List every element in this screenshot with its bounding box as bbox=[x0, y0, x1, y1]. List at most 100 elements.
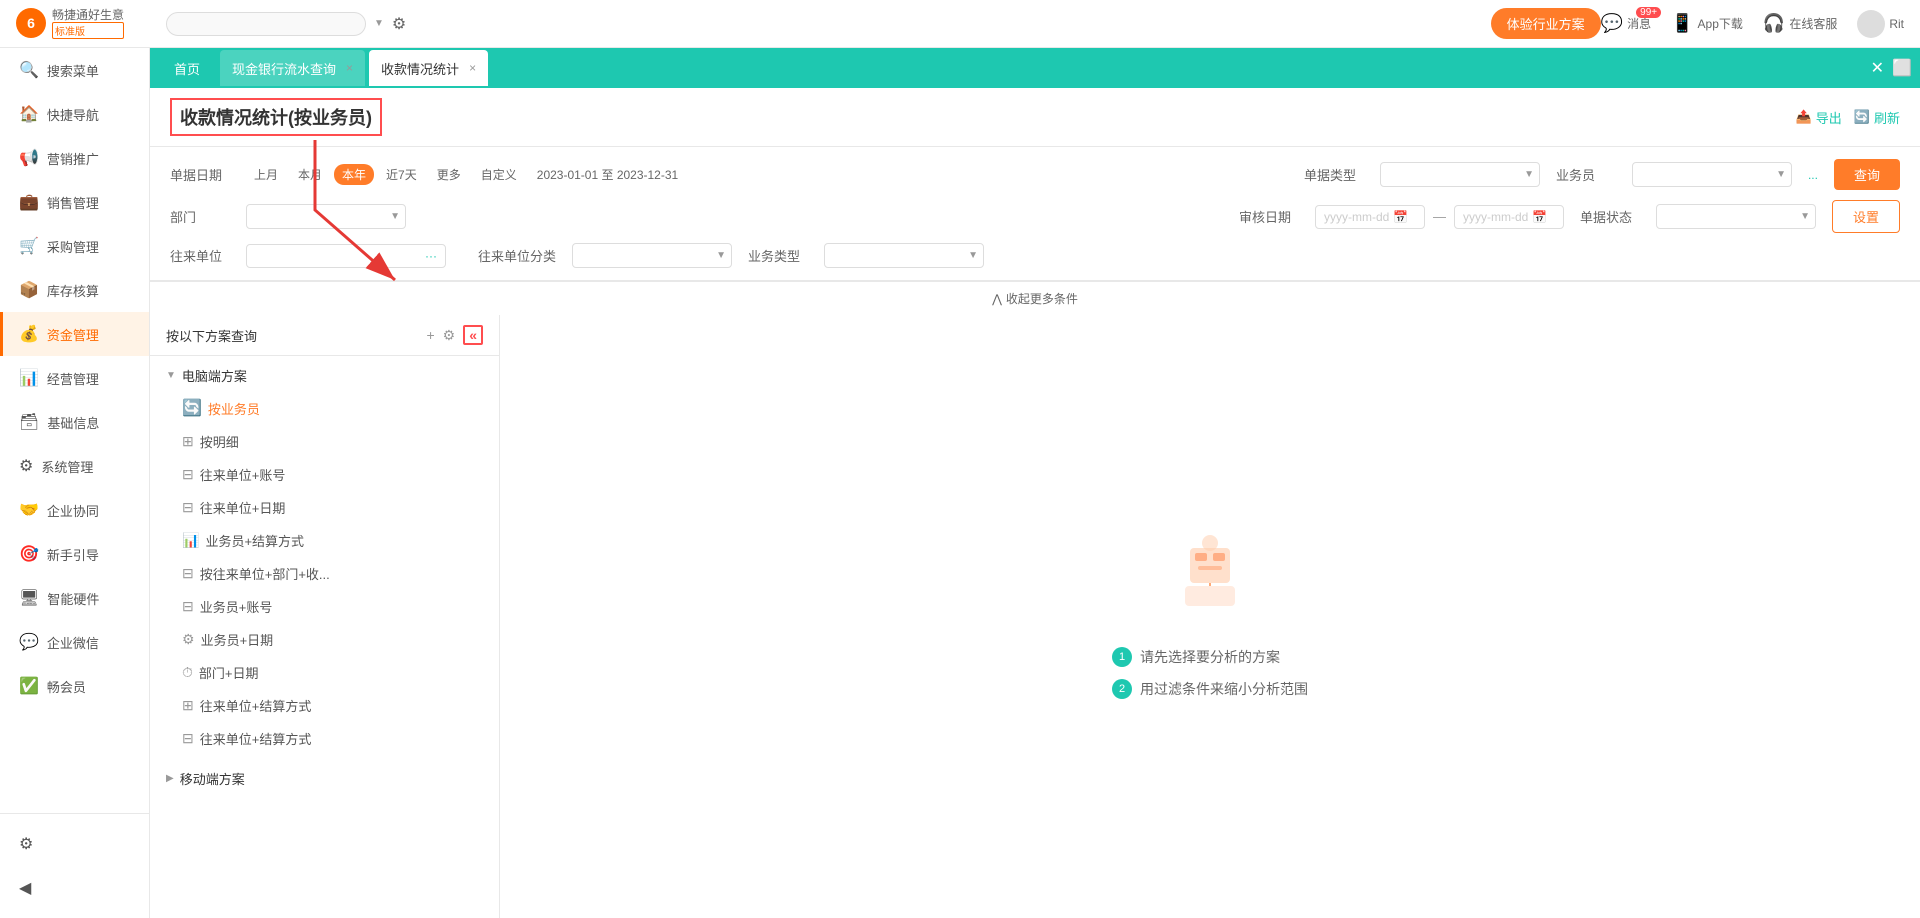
page-header: 收款情况统计(按业务员) 📤 导出 🔄 刷新 bbox=[150, 88, 1920, 147]
scheme-group-arrow-icon: ▼ bbox=[166, 370, 176, 381]
date-tab-7days[interactable]: 近7天 bbox=[378, 164, 425, 185]
scheme-item-partner-date-icon: ⊟ bbox=[182, 499, 194, 516]
scheme-add-btn[interactable]: + bbox=[426, 325, 434, 345]
scheme-item-salesman-account[interactable]: ⊟ 业务员+账号 bbox=[150, 590, 499, 623]
sidebar-item-search[interactable]: 🔍 搜索菜单 bbox=[0, 48, 149, 92]
doc-type-select[interactable] bbox=[1380, 162, 1540, 187]
salesman-more-btn[interactable]: ... bbox=[1808, 168, 1818, 182]
scheme-header-title: 按以下方案查询 bbox=[166, 326, 257, 345]
online-service-item[interactable]: 🎧 在线客服 bbox=[1763, 13, 1837, 34]
page-title: 收款情况统计(按业务员) bbox=[170, 98, 382, 136]
scheme-collapse-btn[interactable]: « bbox=[463, 325, 483, 345]
user-name: Rit bbox=[1889, 17, 1904, 31]
tab-receivable-close[interactable]: × bbox=[469, 61, 476, 75]
doc-type-select-wrap: ▼ bbox=[1380, 162, 1540, 187]
logo-badge: 标准版 bbox=[52, 22, 124, 39]
refresh-btn[interactable]: 🔄 刷新 bbox=[1854, 108, 1900, 127]
tab-home[interactable]: 首页 bbox=[158, 48, 216, 88]
set-btn[interactable]: 设置 bbox=[1832, 200, 1900, 233]
query-btn[interactable]: 查询 bbox=[1834, 159, 1900, 190]
tab-bank-flow-close[interactable]: × bbox=[346, 61, 353, 75]
scheme-group-desktop-label: 电脑端方案 bbox=[182, 366, 247, 385]
basic-icon: 🗃 bbox=[19, 412, 39, 432]
sidebar-item-guide[interactable]: 🎯 新手引导 bbox=[0, 532, 149, 576]
scheme-item-partner-settle-2[interactable]: ⊟ 往来单位+结算方式 bbox=[150, 722, 499, 755]
scheme-group-mobile-label: 移动端方案 bbox=[180, 769, 245, 788]
scheme-item-partner-settle-1[interactable]: ⊞ 往来单位+结算方式 bbox=[150, 689, 499, 722]
biz-type-select[interactable] bbox=[824, 243, 984, 268]
doc-status-select[interactable] bbox=[1656, 204, 1816, 229]
sidebar-item-marketing[interactable]: 📢 营销推广 bbox=[0, 136, 149, 180]
scheme-item-salesman-settle[interactable]: 📊 业务员+结算方式 bbox=[150, 524, 499, 557]
sidebar-item-member[interactable]: ✅ 畅会员 bbox=[0, 664, 149, 708]
sidebar-item-management[interactable]: 📊 经营管理 bbox=[0, 356, 149, 400]
tab-close-window-icon[interactable]: ✕ bbox=[1871, 58, 1884, 78]
sidebar-item-system[interactable]: ⚙ 系统管理 bbox=[0, 444, 149, 488]
search-box[interactable] bbox=[166, 12, 366, 36]
tab-bank-flow[interactable]: 现金银行流水查询 × bbox=[220, 50, 365, 86]
top-header: 6 畅捷通好生意 标准版 ▼ ⚙ 体验行业方案 💬 消息 99+ 📱 App下载… bbox=[0, 0, 1920, 48]
dept-select[interactable] bbox=[246, 204, 406, 229]
date-tab-custom[interactable]: 自定义 bbox=[473, 164, 525, 185]
sidebar-item-basic[interactable]: 🗃 基础信息 bbox=[0, 400, 149, 444]
partner-category-label: 往来单位分类 bbox=[478, 246, 556, 265]
scheme-item-partner-dept-icon: ⊟ bbox=[182, 565, 194, 582]
sidebar-item-inventory[interactable]: 📦 库存核算 bbox=[0, 268, 149, 312]
scheme-item-by-salesman[interactable]: 🔄 按业务员 bbox=[150, 391, 499, 425]
sidebar-collapse[interactable]: ◀ bbox=[0, 866, 149, 910]
user-avatar-item[interactable]: Rit bbox=[1857, 10, 1904, 38]
salesman-select[interactable] bbox=[1632, 162, 1792, 187]
partner-input[interactable]: ··· bbox=[246, 244, 446, 268]
scheme-gear-btn[interactable]: ⚙ bbox=[443, 325, 456, 345]
export-btn[interactable]: 📤 导出 bbox=[1796, 108, 1842, 127]
partner-category-select[interactable] bbox=[572, 243, 732, 268]
dropdown-arrow-icon[interactable]: ▼ bbox=[374, 18, 384, 29]
sidebar-label-marketing: 营销推广 bbox=[47, 149, 99, 168]
scheme-item-partner-account[interactable]: ⊟ 往来单位+账号 bbox=[150, 458, 499, 491]
sidebar-item-nav[interactable]: 🏠 快捷导航 bbox=[0, 92, 149, 136]
review-date-from[interactable]: yyyy-mm-dd 📅 bbox=[1315, 205, 1425, 229]
date-tab-this-month[interactable]: 本月 bbox=[290, 164, 330, 185]
date-tab-this-year[interactable]: 本年 bbox=[334, 164, 374, 185]
scheme-item-dept-date[interactable]: ⏱ 部门+日期 bbox=[150, 656, 499, 689]
tab-bar-right: ✕ ⬜ bbox=[1871, 58, 1912, 78]
finance-icon: 💰 bbox=[19, 324, 39, 344]
app-download-item[interactable]: 📱 App下载 bbox=[1671, 13, 1743, 34]
trial-btn[interactable]: 体验行业方案 bbox=[1491, 8, 1601, 39]
sidebar-item-purchase[interactable]: 🛒 采购管理 bbox=[0, 224, 149, 268]
date-tab-more[interactable]: 更多 bbox=[429, 164, 469, 185]
scheme-item-partner-settle-1-icon: ⊞ bbox=[182, 697, 194, 714]
sidebar-item-sales[interactable]: 💼 销售管理 bbox=[0, 180, 149, 224]
scheme-item-salesman-date[interactable]: ⚙ 业务员+日期 bbox=[150, 623, 499, 656]
scheme-item-detail-icon: ⊞ bbox=[182, 433, 194, 450]
header-gear-icon[interactable]: ⚙ bbox=[392, 14, 406, 34]
sidebar-item-wechat[interactable]: 💬 企业微信 bbox=[0, 620, 149, 664]
collapse-more-conditions[interactable]: ⋀ 收起更多条件 bbox=[150, 281, 1920, 315]
biz-type-label: 业务类型 bbox=[748, 246, 808, 265]
sidebar-item-collab[interactable]: 🤝 企业协同 bbox=[0, 488, 149, 532]
partner-more-icon[interactable]: ··· bbox=[425, 249, 437, 263]
scheme-item-partner-dept[interactable]: ⊟ 按往来单位+部门+收... bbox=[150, 557, 499, 590]
scheme-item-partner-date[interactable]: ⊟ 往来单位+日期 bbox=[150, 491, 499, 524]
scheme-item-detail[interactable]: ⊞ 按明细 bbox=[150, 425, 499, 458]
scheme-group-mobile-header[interactable]: ▶ 移动端方案 bbox=[150, 763, 499, 794]
empty-steps: 1 请先选择要分析的方案 2 用过滤条件来缩小分析范围 bbox=[1112, 647, 1308, 711]
date-label: 单据日期 bbox=[170, 165, 230, 184]
sidebar-label-inventory: 库存核算 bbox=[47, 281, 99, 300]
search-input[interactable] bbox=[179, 17, 329, 31]
review-date-to[interactable]: yyyy-mm-dd 📅 bbox=[1454, 205, 1564, 229]
sidebar-item-finance[interactable]: 💰 资金管理 bbox=[0, 312, 149, 356]
sidebar-settings[interactable]: ⚙ bbox=[0, 822, 149, 866]
scheme-panel: 按以下方案查询 + ⚙ « ▼ 电脑端方案 🔄 bbox=[150, 315, 500, 918]
content-area: 首页 现金银行流水查询 × 收款情况统计 × ✕ ⬜ 收款情况统计(按业务员) … bbox=[150, 48, 1920, 918]
sidebar-item-hardware[interactable]: 🖥 智能硬件 bbox=[0, 576, 149, 620]
dept-label: 部门 bbox=[170, 207, 230, 226]
date-tab-prev-month[interactable]: 上月 bbox=[246, 164, 286, 185]
scheme-item-salesman-date-icon: ⚙ bbox=[182, 631, 195, 648]
tab-bar: 首页 现金银行流水查询 × 收款情况统计 × ✕ ⬜ bbox=[150, 48, 1920, 88]
collab-icon: 🤝 bbox=[19, 500, 39, 520]
tab-expand-icon[interactable]: ⬜ bbox=[1892, 58, 1912, 78]
scheme-group-desktop-header[interactable]: ▼ 电脑端方案 bbox=[150, 360, 499, 391]
message-item[interactable]: 💬 消息 99+ bbox=[1601, 13, 1651, 34]
tab-receivable[interactable]: 收款情况统计 × bbox=[369, 50, 488, 86]
